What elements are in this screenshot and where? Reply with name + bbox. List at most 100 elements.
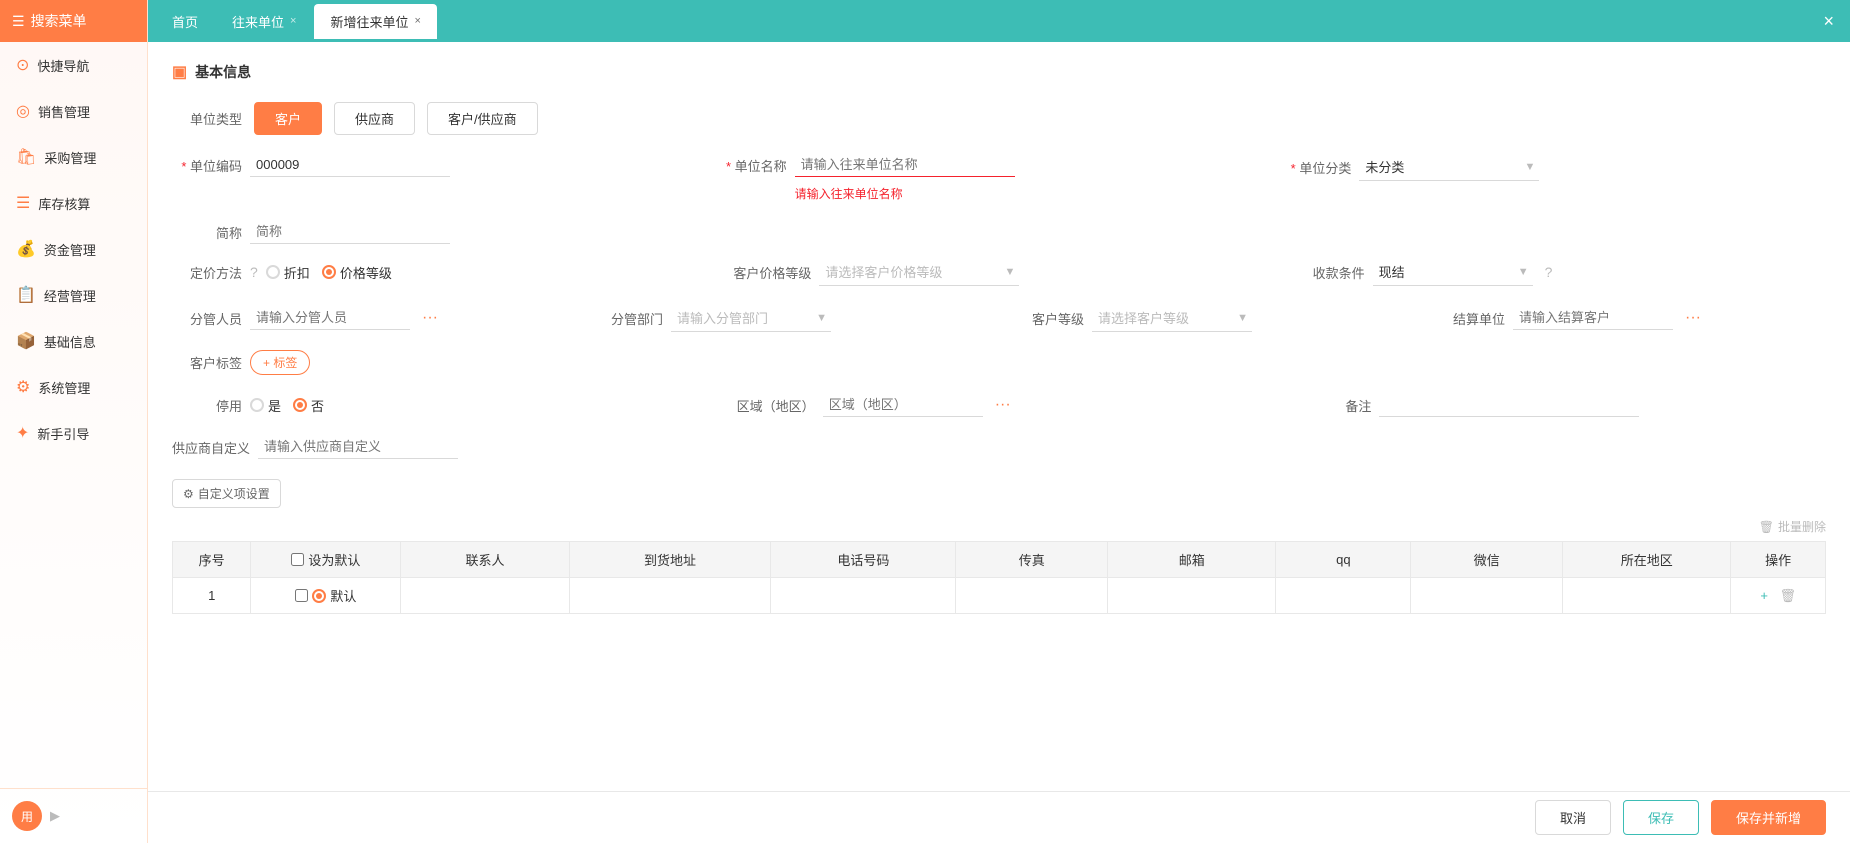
sidebar-item-label: 系统管理 — [38, 378, 90, 397]
sidebar-item-label: 新手引导 — [37, 424, 89, 443]
contact-input[interactable] — [445, 588, 525, 603]
cell-wechat[interactable] — [1411, 578, 1563, 614]
sidebar-item-operation[interactable]: 📋 经营管理 — [0, 272, 147, 318]
sidebar-search[interactable]: ☰ 搜索菜单 — [0, 0, 147, 42]
field-payment: 收款条件 现结 ▼ ? — [1295, 258, 1826, 286]
default-radio[interactable]: 默认 — [312, 586, 356, 605]
row-manager: 分管人员 ··· 分管部门 请输入分管部门 ▼ 客户等级 请选择客户等级 ▼ 结… — [172, 304, 1826, 332]
field-supplier-custom: 供应商自定义 — [172, 435, 1826, 459]
tag-add-btn[interactable]: + 标签 — [250, 350, 310, 375]
pricing-label: 定价方法 — [172, 263, 242, 282]
name-error-msg: 请输入往来单位名称 — [795, 187, 903, 201]
customer-level-wrapper: 请选择客户等级 ▼ — [1092, 304, 1252, 332]
col-fax: 传真 — [956, 542, 1108, 578]
cell-region[interactable] — [1563, 578, 1731, 614]
select-all-checkbox[interactable] — [291, 553, 304, 566]
radio-no[interactable]: 否 — [293, 396, 324, 415]
cell-phone[interactable] — [771, 578, 956, 614]
settings-icon: ⚙ — [183, 487, 194, 501]
row-add-btn[interactable]: + — [1760, 588, 1768, 603]
department-select[interactable]: 请输入分管部门 — [671, 304, 831, 332]
manager-input[interactable] — [250, 306, 410, 330]
cell-fax[interactable] — [956, 578, 1108, 614]
operation-icon: 📋 — [16, 285, 36, 305]
sidebar-item-finance[interactable]: 💰 资金管理 — [0, 226, 147, 272]
field-name: 单位名称 请输入往来单位名称 — [717, 153, 1262, 202]
cell-qq[interactable] — [1276, 578, 1411, 614]
col-qq: qq — [1276, 542, 1411, 578]
short-name-label: 简称 — [172, 223, 242, 242]
btn-both[interactable]: 客户/供应商 — [427, 102, 538, 135]
region-table-input[interactable] — [1607, 588, 1687, 603]
radio-price-level[interactable]: 价格等级 — [322, 263, 392, 282]
bottom-action-bar: 取消 保存 保存并新增 — [148, 791, 1850, 843]
customer-price-level-select[interactable]: 请选择客户价格等级 — [819, 258, 1019, 286]
tab-new-partner[interactable]: 新增往来单位 × — [314, 4, 436, 39]
name-input[interactable] — [795, 153, 1015, 177]
payment-help-icon[interactable]: ? — [1545, 264, 1553, 280]
radio-discount[interactable]: 折扣 — [266, 263, 310, 282]
email-input[interactable] — [1152, 588, 1232, 603]
settlement-label: 结算单位 — [1435, 309, 1505, 328]
basic-icon: 📦 — [16, 331, 36, 351]
address-input[interactable] — [620, 588, 720, 603]
row-disable: 停用 是 否 区域（地区） ··· 备注 — [172, 393, 1826, 417]
row-checkbox[interactable] — [295, 589, 308, 602]
custom-settings-label: 自定义项设置 — [198, 485, 270, 502]
tab-partners-close[interactable]: × — [290, 15, 296, 27]
radio-discount-label: 折扣 — [284, 263, 310, 282]
sidebar-item-basic[interactable]: 📦 基础信息 — [0, 318, 147, 364]
settlement-input[interactable] — [1513, 306, 1673, 330]
sidebar: ☰ 搜索菜单 ⊙ 快捷导航 ◎ 销售管理 🛍 采购管理 ☰ 库存核算 💰 资金管… — [0, 0, 148, 843]
remark-input[interactable] — [1379, 393, 1639, 417]
cell-address[interactable] — [569, 578, 771, 614]
sidebar-item-guide[interactable]: ✦ 新手引导 — [0, 410, 147, 456]
manager-dots-btn[interactable]: ··· — [418, 309, 442, 327]
sidebar-item-inventory[interactable]: ☰ 库存核算 — [0, 180, 147, 226]
disable-label: 停用 — [172, 396, 242, 415]
department-label: 分管部门 — [593, 309, 663, 328]
customer-level-select[interactable]: 请选择客户等级 — [1092, 304, 1252, 332]
tab-home[interactable]: 首页 — [156, 4, 214, 39]
qq-input[interactable] — [1313, 588, 1373, 603]
cancel-button[interactable]: 取消 — [1535, 800, 1611, 835]
save-button[interactable]: 保存 — [1623, 800, 1699, 835]
cell-contact[interactable] — [401, 578, 569, 614]
phone-input[interactable] — [818, 588, 908, 603]
save-new-button[interactable]: 保存并新增 — [1711, 800, 1826, 835]
payment-select[interactable]: 现结 — [1373, 258, 1533, 286]
avatar: 用 — [12, 801, 42, 831]
manager-label: 分管人员 — [172, 309, 242, 328]
guide-icon: ✦ — [16, 423, 29, 443]
field-customer-price-level: 客户价格等级 请选择客户价格等级 ▼ — [733, 258, 1264, 286]
department-wrapper: 请输入分管部门 ▼ — [671, 304, 831, 332]
radio-yes[interactable]: 是 — [250, 396, 281, 415]
sidebar-search-label: 搜索菜单 — [31, 11, 87, 31]
tab-new-partner-close[interactable]: × — [414, 15, 420, 27]
field-category: 单位分类 未分类 ▼ — [1281, 153, 1826, 181]
code-input[interactable] — [250, 153, 450, 177]
row-delete-btn[interactable]: 🗑 — [1780, 588, 1797, 603]
btn-supplier[interactable]: 供应商 — [334, 102, 415, 135]
customer-price-level-wrapper: 请选择客户价格等级 ▼ — [819, 258, 1019, 286]
region-dots-btn[interactable]: ··· — [991, 396, 1015, 414]
supplier-custom-input[interactable] — [258, 435, 458, 459]
category-select[interactable]: 未分类 — [1359, 153, 1539, 181]
cell-email[interactable] — [1108, 578, 1276, 614]
settlement-dots-btn[interactable]: ··· — [1681, 309, 1705, 327]
table-section: ⚙ 自定义项设置 🗑 批量删除 序号 设为默认 — [172, 479, 1826, 614]
btn-customer[interactable]: 客户 — [254, 102, 322, 135]
sidebar-item-purchase[interactable]: 🛍 采购管理 — [0, 134, 147, 180]
wechat-input[interactable] — [1452, 588, 1522, 603]
sidebar-item-quick-nav[interactable]: ⊙ 快捷导航 — [0, 42, 147, 88]
short-name-input[interactable] — [250, 220, 450, 244]
tab-partners[interactable]: 往来单位 × — [216, 4, 312, 39]
region-input[interactable] — [823, 393, 983, 417]
sidebar-item-system[interactable]: ⚙ 系统管理 — [0, 364, 147, 410]
sidebar-item-sales[interactable]: ◎ 销售管理 — [0, 88, 147, 134]
tab-bar-close-button[interactable]: × — [1815, 11, 1842, 32]
pricing-help-icon[interactable]: ? — [250, 264, 258, 280]
table-row: 1 默认 — [173, 578, 1826, 614]
custom-settings-btn[interactable]: ⚙ 自定义项设置 — [172, 479, 281, 508]
fax-input[interactable] — [997, 588, 1067, 603]
